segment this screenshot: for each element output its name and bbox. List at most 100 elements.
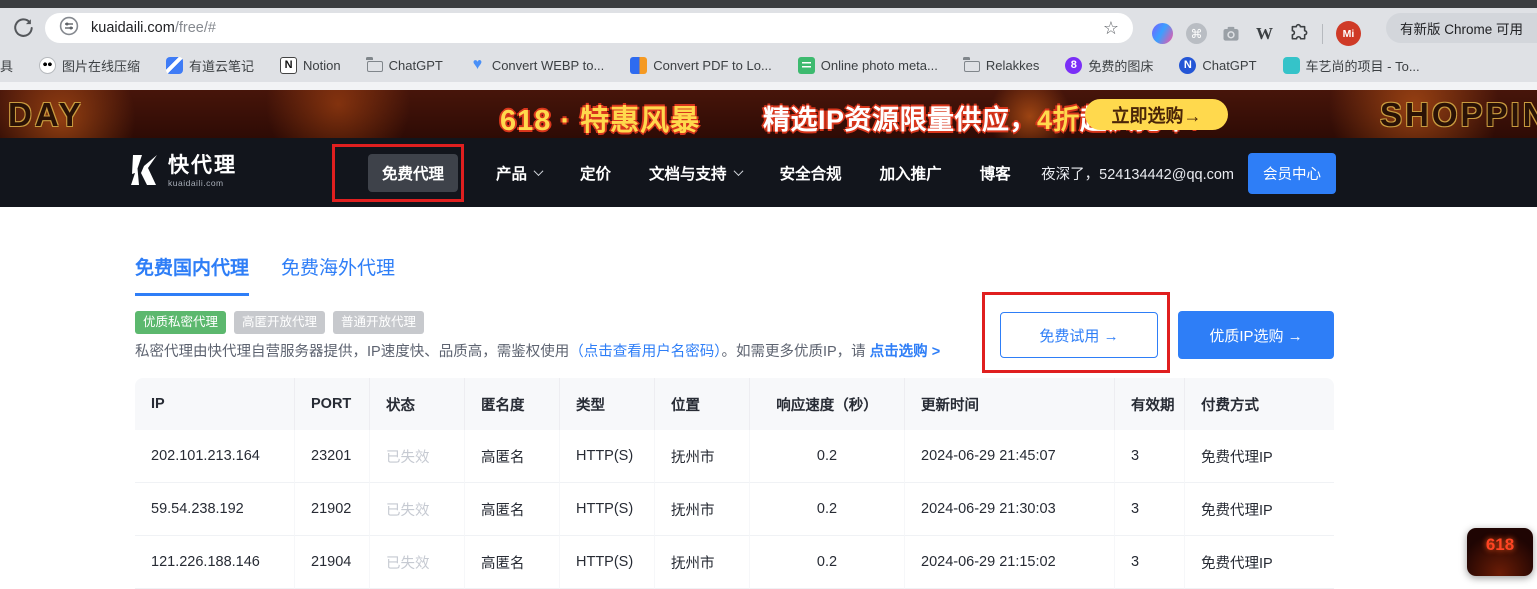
tab-inactive[interactable]: 免费海外代理 <box>281 253 395 296</box>
bookmarks-bar: 工具 图片在线压缩 有道云笔记 NNotion ChatGPT ♥Convert WEBP… <box>0 48 1537 82</box>
table-cell: 已失效 <box>370 536 465 589</box>
nav-item[interactable]: 博客 <box>980 162 1011 184</box>
bookmark-item[interactable]: ChatGPT <box>367 58 443 73</box>
bookmark-label: 工具 <box>0 56 13 75</box>
bookmark-label: 车艺尚的项目 - To... <box>1306 56 1420 75</box>
promo-banner[interactable]: DAY 618 · 特惠风暴 精选IP资源限量供应，4折起疯抢中! 立即选购→ … <box>0 90 1537 138</box>
bookmark-label: ChatGPT <box>389 58 443 73</box>
table-cell: 3 <box>1115 536 1185 589</box>
bookmark-star-icon[interactable]: ☆ <box>1103 19 1119 37</box>
nav-menu: 免费代理产品定价文档与支持安全合规加入推广博客 <box>368 138 1011 207</box>
logo-name: 快代理 <box>168 154 237 177</box>
url-text[interactable]: kuaidaili.com/free/# <box>91 20 216 36</box>
nav-item-label: 文档与支持 <box>649 162 727 184</box>
table-header-cell: 更新时间 <box>905 378 1115 430</box>
bookmark-label: 有道云笔记 <box>189 56 254 75</box>
table-cell: 202.101.213.164 <box>135 430 295 483</box>
bookmark-label: ChatGPT <box>1202 58 1256 73</box>
kuaidaili-logo-icon <box>130 154 160 188</box>
pdf-icon <box>630 57 647 74</box>
youdao-icon <box>166 57 183 74</box>
folder-icon <box>367 61 383 72</box>
screenshot-extension-icon[interactable] <box>1220 23 1241 44</box>
bookmark-item[interactable]: ♥Convert WEBP to... <box>469 57 604 74</box>
member-center-button[interactable]: 会员中心 <box>1248 153 1336 194</box>
bookmark-item[interactable]: NChatGPT <box>1179 57 1256 74</box>
bookmark-label: Relakkes <box>986 58 1039 73</box>
kebab-menu-icon[interactable]: ⋮ <box>1533 20 1537 37</box>
site-settings-icon[interactable] <box>59 16 79 41</box>
url-host: kuaidaili.com <box>91 20 175 36</box>
view-credentials-link[interactable]: （点击查看用户名密码） <box>569 344 721 360</box>
nav-item[interactable]: 定价 <box>580 162 611 184</box>
free-trial-button[interactable]: 免费试用 → <box>1000 312 1158 358</box>
notion-icon: N <box>280 57 297 74</box>
logo-domain: kuaidaili.com <box>168 178 237 188</box>
table-cell: 121.226.188.146 <box>135 536 295 589</box>
nav-item-label: 安全合规 <box>780 162 842 184</box>
618-floating-badge[interactable]: 618 <box>1467 528 1533 576</box>
table-header-cell: IP <box>135 378 295 430</box>
proxy-tabs: 免费国内代理免费海外代理 <box>135 253 395 296</box>
table-cell: 59.54.238.192 <box>135 483 295 536</box>
bookmark-item[interactable]: 有道云笔记 <box>166 56 254 75</box>
proxy-table: IPPORT状态匿名度类型位置响应速度（秒）更新时间有效期付费方式 202.10… <box>135 378 1334 589</box>
proxy-description: 私密代理由快代理自营服务器提供，IP速度快、品质高，需鉴权使用（点击查看用户名密… <box>135 340 940 361</box>
nav-item-label: 加入推广 <box>880 162 942 184</box>
site-logo[interactable]: 快代理 kuaidaili.com <box>130 154 237 188</box>
table-cell: 21902 <box>295 483 370 536</box>
table-header-row: IPPORT状态匿名度类型位置响应速度（秒）更新时间有效期付费方式 <box>135 378 1334 430</box>
bookmark-label: Convert WEBP to... <box>492 58 604 73</box>
banner-shopping-word: SHOPPING <box>1380 96 1537 134</box>
table-cell: 21904 <box>295 536 370 589</box>
table-cell: 0.2 <box>750 430 905 483</box>
table-body: 202.101.213.16423201已失效高匿名HTTP(S)抚州市0.22… <box>135 430 1334 589</box>
extensions-puzzle-icon[interactable] <box>1288 23 1309 44</box>
table-cell: 免费代理IP <box>1185 536 1334 589</box>
banner-cta-button[interactable]: 立即选购→ <box>1085 99 1228 130</box>
table-cell: 抚州市 <box>655 536 750 589</box>
annotation-box-free-proxy <box>332 144 464 202</box>
bookmark-item[interactable]: 车艺尚的项目 - To... <box>1283 56 1420 75</box>
table-header-cell: 付费方式 <box>1185 378 1334 430</box>
bookmark-item[interactable]: 图片在线压缩 <box>39 56 140 75</box>
bookmark-item[interactable]: 8免费的图床 <box>1065 56 1153 75</box>
table-cell: 2024-06-29 21:15:02 <box>905 536 1115 589</box>
nav-item[interactable]: 文档与支持 <box>649 162 742 184</box>
nav-item[interactable]: 加入推广 <box>880 162 942 184</box>
wikipedia-extension-icon[interactable]: W <box>1254 23 1275 44</box>
premium-ip-button[interactable]: 优质IP选购 → <box>1178 311 1334 359</box>
reload-icon[interactable] <box>12 17 34 39</box>
nav-item[interactable]: 产品 <box>496 162 542 184</box>
bookmark-item[interactable]: Convert PDF to Lo... <box>630 57 772 74</box>
bookmark-label: Convert PDF to Lo... <box>653 58 772 73</box>
bookmark-item[interactable]: NNotion <box>280 57 341 74</box>
table-cell: 3 <box>1115 483 1185 536</box>
browser-toolbar: kuaidaili.com/free/# ☆ ⌘ W Mi 有新版 Chrome… <box>0 8 1537 48</box>
proxy-type-tags: 优质私密代理高匿开放代理普通开放代理 <box>135 311 424 334</box>
table-cell: 抚州市 <box>655 483 750 536</box>
proxy-tag: 普通开放代理 <box>333 311 424 334</box>
toolbar-divider <box>1322 24 1323 44</box>
purchase-link[interactable]: 点击选购 > <box>870 344 941 360</box>
profile-avatar[interactable]: Mi <box>1336 21 1361 46</box>
site-navbar: 快代理 kuaidaili.com 免费代理产品定价文档与支持安全合规加入推广博… <box>0 138 1537 207</box>
table-cell: 高匿名 <box>465 536 560 589</box>
nav-item[interactable]: 安全合规 <box>780 162 842 184</box>
tab-active[interactable]: 免费国内代理 <box>135 253 249 296</box>
panda-icon <box>39 57 56 74</box>
table-cell: 高匿名 <box>465 430 560 483</box>
address-bar[interactable]: kuaidaili.com/free/# ☆ <box>45 13 1133 43</box>
nav-item-label: 定价 <box>580 162 611 184</box>
table-cell: HTTP(S) <box>560 536 655 589</box>
bookmark-item[interactable]: Online photo meta... <box>798 57 938 74</box>
logo-text: 快代理 kuaidaili.com <box>168 154 237 187</box>
table-cell: 已失效 <box>370 483 465 536</box>
bookmark-label: 图片在线压缩 <box>62 56 140 75</box>
command-extension-icon[interactable]: ⌘ <box>1186 23 1207 44</box>
bookmark-item[interactable]: 工具 <box>0 56 13 75</box>
bookmark-item[interactable]: Relakkes <box>964 58 1039 73</box>
brain-extension-icon[interactable] <box>1152 23 1173 44</box>
chrome-update-button[interactable]: 有新版 Chrome 可用 ⋮ <box>1386 13 1537 43</box>
table-cell: HTTP(S) <box>560 430 655 483</box>
